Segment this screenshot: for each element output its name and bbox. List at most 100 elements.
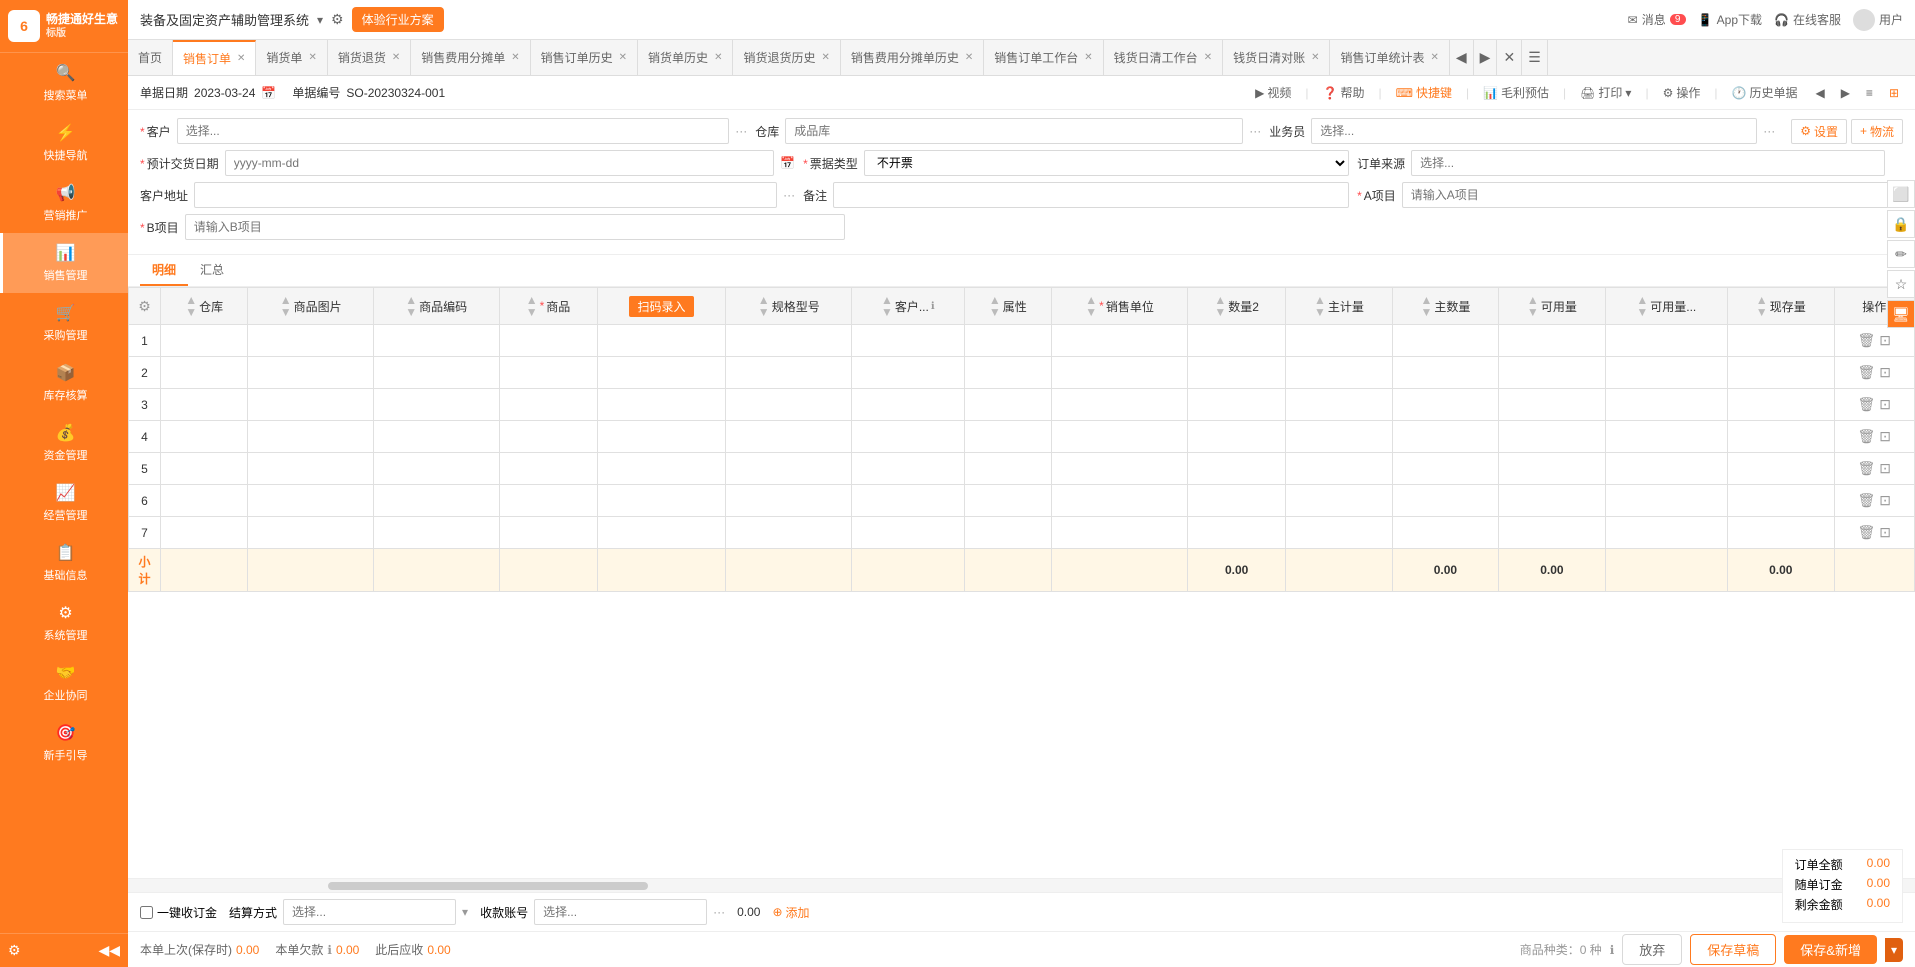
cell-5-2[interactable] xyxy=(373,453,499,485)
cell-1-7[interactable] xyxy=(964,325,1051,357)
cell-1-2[interactable] xyxy=(373,325,499,357)
b-project-input[interactable] xyxy=(185,214,846,240)
tab-close-1[interactable]: ✕ xyxy=(237,53,245,64)
user-btn[interactable]: 用户 xyxy=(1853,9,1903,31)
settings-icon[interactable]: ⚙ xyxy=(331,11,344,28)
th-attr[interactable]: ▲▼属性 xyxy=(964,288,1051,325)
cell-1-10[interactable] xyxy=(1286,325,1392,357)
tab-close-9[interactable]: ✕ xyxy=(1084,52,1092,63)
form-nav-prev[interactable]: ◀ xyxy=(1811,86,1828,100)
cell-1-8[interactable] xyxy=(1051,325,1187,357)
cell-6-12[interactable] xyxy=(1499,485,1605,517)
cell-2-14[interactable] xyxy=(1728,357,1834,389)
cell-2-10[interactable] xyxy=(1286,357,1392,389)
cell-3-11[interactable] xyxy=(1392,389,1498,421)
row-delete-3[interactable]: 🗑 xyxy=(1857,396,1875,413)
cell-1-0[interactable] xyxy=(161,325,248,357)
cell-2-4[interactable] xyxy=(597,357,726,389)
cell-7-9[interactable] xyxy=(1188,517,1286,549)
cell-7-0[interactable] xyxy=(161,517,248,549)
tab-2[interactable]: 销货单✕ xyxy=(256,40,327,76)
cell-4-10[interactable] xyxy=(1286,421,1392,453)
row-copy-7[interactable]: ⊡ xyxy=(1879,524,1891,541)
cell-7-3[interactable] xyxy=(499,517,597,549)
a-project-input[interactable] xyxy=(1402,182,1903,208)
float-btn-5[interactable]: 🖥 xyxy=(1887,300,1915,328)
th-available2[interactable]: ▲▼可用量... xyxy=(1605,288,1727,325)
invoice-select[interactable]: 不开票 xyxy=(864,150,1349,176)
row-copy-3[interactable]: ⊡ xyxy=(1879,396,1891,413)
cell-3-5[interactable] xyxy=(726,389,852,421)
profit-btn[interactable]: 📊 毛利预估 xyxy=(1477,82,1555,103)
tab-close-all-btn[interactable]: ✕ xyxy=(1497,40,1522,76)
account-dots[interactable]: ··· xyxy=(713,905,725,919)
cell-4-4[interactable] xyxy=(597,421,726,453)
payment-input[interactable] xyxy=(283,899,456,925)
cell-5-1[interactable] xyxy=(248,453,374,485)
cell-3-2[interactable] xyxy=(373,389,499,421)
row-delete-6[interactable]: 🗑 xyxy=(1857,492,1875,509)
message-btn[interactable]: ✉ 消息 9 xyxy=(1628,11,1686,28)
tab-5[interactable]: 销售订单历史✕ xyxy=(531,40,638,76)
row-delete-5[interactable]: 🗑 xyxy=(1857,460,1875,477)
cell-1-4[interactable] xyxy=(597,325,726,357)
add-btn[interactable]: ⊕ 添加 xyxy=(772,904,809,921)
cell-4-7[interactable] xyxy=(964,421,1051,453)
cell-2-12[interactable] xyxy=(1499,357,1605,389)
cell-5-10[interactable] xyxy=(1286,453,1392,485)
system-selector[interactable]: ▾ xyxy=(317,13,323,27)
cell-7-13[interactable] xyxy=(1605,517,1727,549)
operation-btn[interactable]: ⚙ 操作 xyxy=(1657,82,1707,103)
th-main-unit[interactable]: ▲▼主计量 xyxy=(1286,288,1392,325)
cell-2-1[interactable] xyxy=(248,357,374,389)
cell-5-8[interactable] xyxy=(1051,453,1187,485)
th-main-qty[interactable]: ▲▼主数量 xyxy=(1392,288,1498,325)
tab-close-2[interactable]: ✕ xyxy=(308,52,316,63)
tab-close-5[interactable]: ✕ xyxy=(619,52,627,63)
th-available[interactable]: ▲▼可用量 xyxy=(1499,288,1605,325)
cell-3-13[interactable] xyxy=(1605,389,1727,421)
calendar-icon[interactable]: 📅 xyxy=(261,86,276,100)
cell-7-10[interactable] xyxy=(1286,517,1392,549)
discard-btn[interactable]: 放弃 xyxy=(1622,934,1682,965)
delivery-input[interactable] xyxy=(225,150,774,176)
tab-4[interactable]: 销售费用分摊单✕ xyxy=(411,40,530,76)
form-view-toggle[interactable]: ≡ xyxy=(1862,86,1877,100)
row-delete-4[interactable]: 🗑 xyxy=(1857,428,1875,445)
cell-6-2[interactable] xyxy=(373,485,499,517)
cell-1-5[interactable] xyxy=(726,325,852,357)
tab-close-7[interactable]: ✕ xyxy=(821,52,829,63)
cell-2-2[interactable] xyxy=(373,357,499,389)
cell-3-6[interactable] xyxy=(852,389,965,421)
address-input[interactable] xyxy=(194,182,777,208)
cell-3-3[interactable] xyxy=(499,389,597,421)
cell-2-8[interactable] xyxy=(1051,357,1187,389)
cell-1-14[interactable] xyxy=(1728,325,1834,357)
cell-7-12[interactable] xyxy=(1499,517,1605,549)
cell-4-9[interactable] xyxy=(1188,421,1286,453)
tab-0[interactable]: 首页 xyxy=(128,40,173,76)
cell-1-3[interactable] xyxy=(499,325,597,357)
form-nav-next[interactable]: ▶ xyxy=(1837,86,1854,100)
delivery-calendar-icon[interactable]: 📅 xyxy=(780,156,795,170)
tab-close-12[interactable]: ✕ xyxy=(1431,52,1439,63)
customer-input[interactable] xyxy=(177,118,730,144)
tab-12[interactable]: 销售订单统计表✕ xyxy=(1330,40,1449,76)
cell-5-3[interactable] xyxy=(499,453,597,485)
cell-2-9[interactable] xyxy=(1188,357,1286,389)
float-btn-2[interactable]: 🔒 xyxy=(1887,210,1915,238)
cell-6-3[interactable] xyxy=(499,485,597,517)
cell-5-12[interactable] xyxy=(1499,453,1605,485)
cell-7-7[interactable] xyxy=(964,517,1051,549)
warehouse-dots[interactable]: ··· xyxy=(1249,124,1261,138)
cell-4-2[interactable] xyxy=(373,421,499,453)
cell-7-4[interactable] xyxy=(597,517,726,549)
one-click-checkbox[interactable] xyxy=(140,906,153,919)
tab-close-10[interactable]: ✕ xyxy=(1204,52,1212,63)
cell-6-9[interactable] xyxy=(1188,485,1286,517)
cell-6-4[interactable] xyxy=(597,485,726,517)
cell-7-1[interactable] xyxy=(248,517,374,549)
tab-close-8[interactable]: ✕ xyxy=(965,52,973,63)
cell-1-6[interactable] xyxy=(852,325,965,357)
cell-4-13[interactable] xyxy=(1605,421,1727,453)
